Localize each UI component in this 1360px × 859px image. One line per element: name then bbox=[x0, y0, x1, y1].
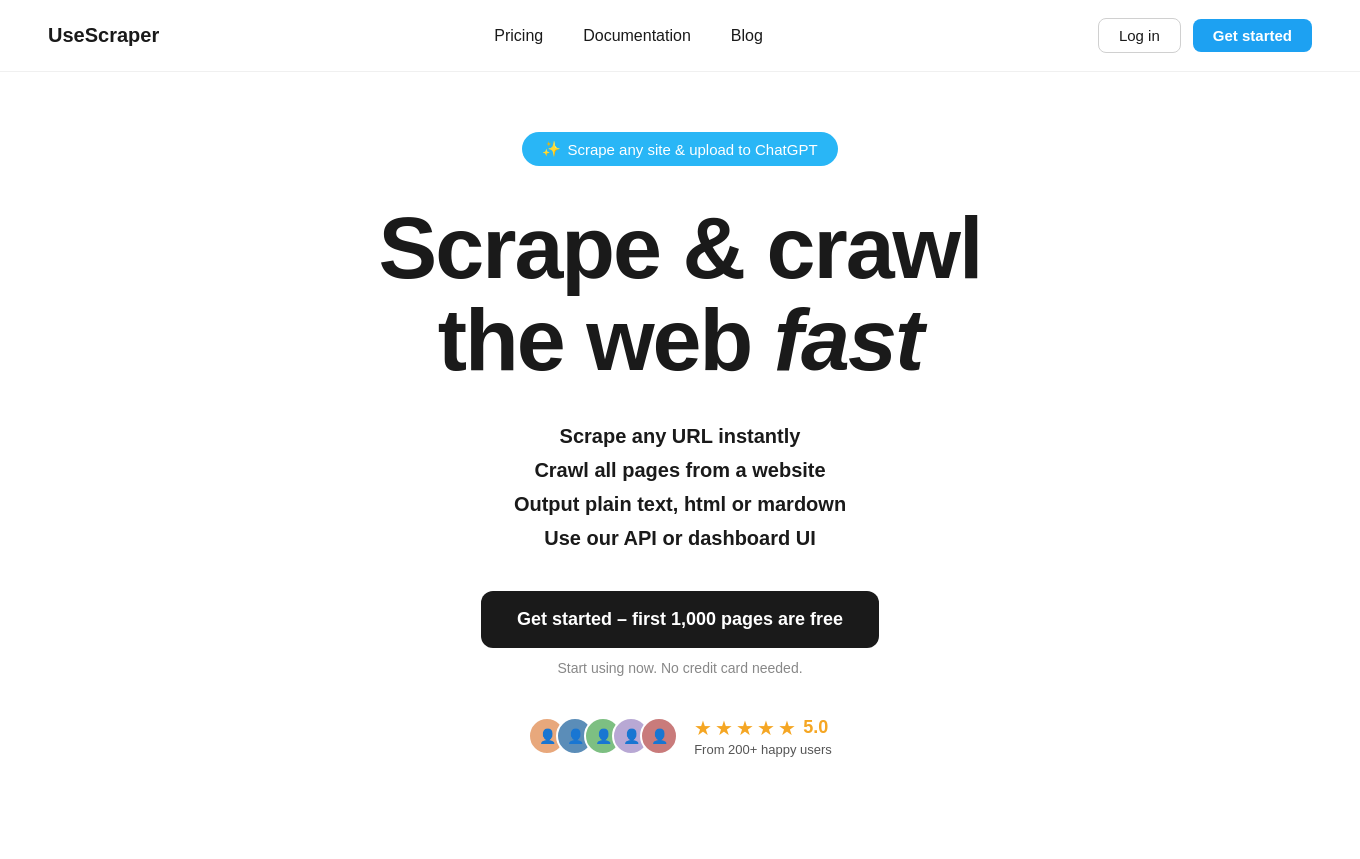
star-2: ★ bbox=[715, 716, 733, 740]
star-1: ★ bbox=[694, 716, 712, 740]
feature-2: Crawl all pages from a website bbox=[514, 453, 846, 487]
rating-block: ★ ★ ★ ★ ★ 5.0 From 200+ happy users bbox=[694, 716, 832, 757]
get-started-nav-button[interactable]: Get started bbox=[1193, 19, 1312, 52]
hero-title-line2: the web bbox=[438, 290, 774, 389]
badge-icon: ✨ bbox=[542, 140, 561, 158]
star-4: ★ bbox=[757, 716, 775, 740]
logo[interactable]: UseScraper bbox=[48, 24, 159, 47]
feature-4: Use our API or dashboard UI bbox=[514, 521, 846, 555]
nav-links: Pricing Documentation Blog bbox=[494, 27, 763, 45]
hero-subtext: Start using now. No credit card needed. bbox=[557, 660, 802, 676]
star-5: ★ bbox=[778, 716, 796, 740]
feature-1: Scrape any URL instantly bbox=[514, 419, 846, 453]
stars: ★ ★ ★ ★ ★ 5.0 bbox=[694, 716, 828, 740]
hero-title: Scrape & crawl the web fast bbox=[379, 202, 982, 387]
nav-link-pricing[interactable]: Pricing bbox=[494, 27, 543, 44]
hero-section: ✨ Scrape any site & upload to ChatGPT Sc… bbox=[0, 72, 1360, 797]
social-proof: 👤 👤 👤 👤 👤 ★ ★ ★ ★ ★ 5.0 From 200+ happy … bbox=[528, 716, 832, 757]
rating-label: From 200+ happy users bbox=[694, 742, 832, 757]
nav-actions: Log in Get started bbox=[1098, 18, 1312, 53]
hero-title-line1: Scrape & crawl bbox=[379, 198, 982, 297]
hero-features: Scrape any URL instantly Crawl all pages… bbox=[514, 419, 846, 555]
avatar-5: 👤 bbox=[640, 717, 678, 755]
login-button[interactable]: Log in bbox=[1098, 18, 1181, 53]
navbar: UseScraper Pricing Documentation Blog Lo… bbox=[0, 0, 1360, 72]
hero-badge: ✨ Scrape any site & upload to ChatGPT bbox=[522, 132, 837, 166]
star-3: ★ bbox=[736, 716, 754, 740]
feature-3: Output plain text, html or mardown bbox=[514, 487, 846, 521]
cta-button[interactable]: Get started – first 1,000 pages are free bbox=[481, 591, 879, 648]
avatar-group: 👤 👤 👤 👤 👤 bbox=[528, 717, 678, 755]
nav-link-blog[interactable]: Blog bbox=[731, 27, 763, 44]
hero-title-italic: fast bbox=[774, 290, 923, 389]
nav-link-documentation[interactable]: Documentation bbox=[583, 27, 691, 44]
badge-text: Scrape any site & upload to ChatGPT bbox=[567, 141, 817, 158]
rating-score: 5.0 bbox=[803, 717, 828, 738]
